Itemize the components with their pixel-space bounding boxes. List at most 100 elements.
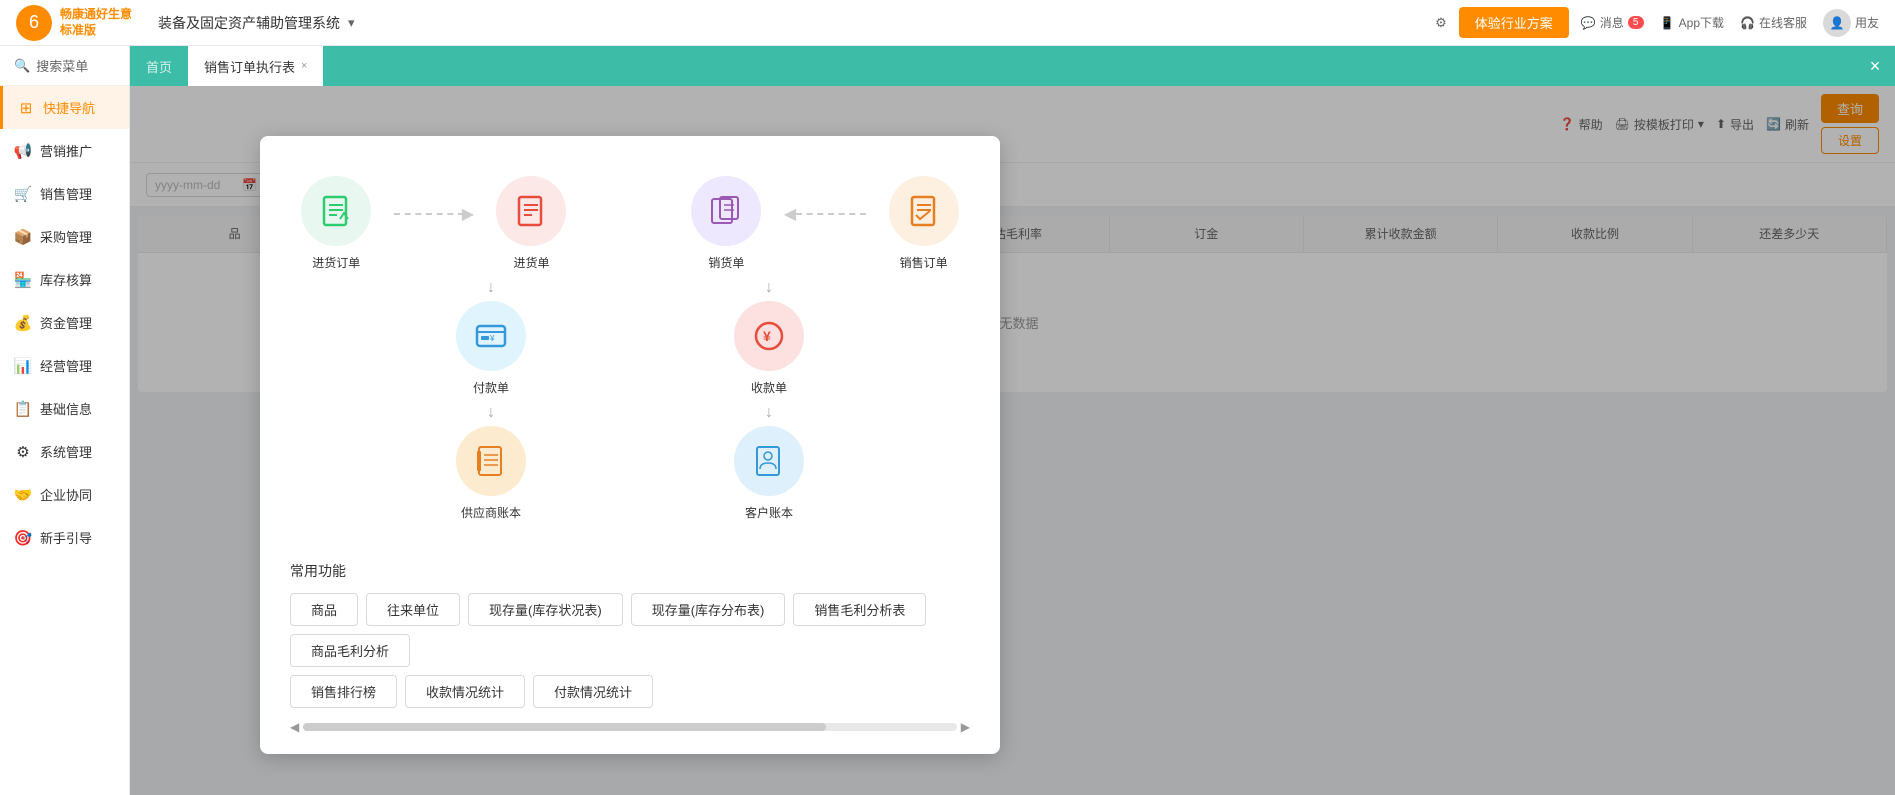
main-body: ❓ 帮助 🖨 按模板打印 ▾ ⬆ 导出 🔄 刷新 <box>130 86 1895 795</box>
common-funcs-title: 常用功能 <box>290 561 970 581</box>
customer-ledger-icon <box>734 426 804 496</box>
sidebar-item-marketing[interactable]: 📢 营销推广 <box>0 129 129 172</box>
flow-node-sales-order[interactable]: 销售订单 <box>889 176 959 271</box>
content-area: 首页 销售订单执行表 × × ❓ 帮助 🖨 <box>130 46 1895 795</box>
arrow-purchase-order-to-bill: ▶ <box>394 204 474 224</box>
marketing-icon: 📢 <box>14 142 32 160</box>
func-btn-counterparty[interactable]: 往来单位 <box>366 593 460 626</box>
customer-ledger-label: 客户账本 <box>745 504 793 521</box>
payment-icon: ¥ <box>456 301 526 371</box>
flow-diagram: 进货订单 ▶ <box>290 166 970 551</box>
sales-icon: 🛒 <box>14 185 32 203</box>
newbie-icon: 🎯 <box>14 529 32 547</box>
app-wrapper: 6 畅康通好生意 标准版 装备及固定资产辅助管理系统 ▾ ⚙ 体验行业方案 💬 … <box>0 0 1895 795</box>
func-buttons-row2: 销售排行榜 收款情况统计 付款情况统计 <box>290 675 970 708</box>
purchase-order-label: 进货订单 <box>312 254 360 271</box>
supplier-ledger-icon <box>456 426 526 496</box>
scroll-thumb[interactable] <box>303 723 826 731</box>
finance-icon: 💰 <box>14 314 32 332</box>
message-icon: 💬 <box>1581 16 1596 30</box>
purchase-bill-icon <box>496 176 566 246</box>
nav-items: ⊞ 快捷导航 📢 营销推广 🛒 销售管理 📦 采购管理 🏪 库存核算 <box>0 86 129 795</box>
scroll-left-arrow[interactable]: ◀ <box>290 720 299 734</box>
system-dropdown-btn[interactable]: ▾ <box>348 15 355 31</box>
logo-icon: 6 <box>16 5 52 41</box>
sidebar-item-inventory[interactable]: 🏪 库存核算 <box>0 258 129 301</box>
trial-btn[interactable]: 体验行业方案 <box>1459 7 1569 38</box>
func-btn-product[interactable]: 商品 <box>290 593 358 626</box>
message-badge: 5 <box>1628 16 1644 29</box>
home-icon: ⊞ <box>17 99 35 117</box>
tab-sales-order-exec[interactable]: 销售订单执行表 × <box>188 46 323 86</box>
purchase-bill-label: 进货单 <box>513 254 549 271</box>
func-buttons-row1: 商品 往来单位 现存量(库存状况表) 现存量(库存分布表) 销售毛利分析表 商品… <box>290 593 970 667</box>
sales-bill-icon <box>691 176 761 246</box>
sidebar-item-basic[interactable]: 📋 基础信息 <box>0 387 129 430</box>
user-item[interactable]: 👤 用友 <box>1823 9 1879 37</box>
func-btn-stock-dist[interactable]: 现存量(库存分布表) <box>631 593 786 626</box>
inventory-icon: 🏪 <box>14 271 32 289</box>
top-bar: 6 畅康通好生意 标准版 装备及固定资产辅助管理系统 ▾ ⚙ 体验行业方案 💬 … <box>0 0 1895 46</box>
svg-text:¥: ¥ <box>763 328 771 344</box>
popup: 进货订单 ▶ <box>260 136 1000 754</box>
logo-text: 畅康通好生意 标准版 <box>60 7 132 38</box>
sidebar-item-finance[interactable]: 💰 资金管理 <box>0 301 129 344</box>
func-btn-stock-status[interactable]: 现存量(库存状况表) <box>468 593 623 626</box>
tab-close-icon[interactable]: × <box>301 60 307 72</box>
scroll-track[interactable] <box>303 723 957 731</box>
func-btn-sales-ranking[interactable]: 销售排行榜 <box>290 675 397 708</box>
supplier-ledger-label: 供应商账本 <box>461 504 521 521</box>
sidebar-item-operation[interactable]: 📊 经营管理 <box>0 344 129 387</box>
message-item[interactable]: 💬 消息 5 <box>1581 14 1644 31</box>
popup-scrollbar[interactable]: ◀ ▶ <box>290 720 970 734</box>
flow-node-sales-bill[interactable]: 销货单 <box>691 176 761 271</box>
purchase-order-icon <box>301 176 371 246</box>
online-service-item[interactable]: 🎧 在线客服 <box>1740 14 1807 31</box>
sidebar-item-sales[interactable]: 🛒 销售管理 <box>0 172 129 215</box>
sales-order-label: 销售订单 <box>900 254 948 271</box>
search-menu-btn[interactable]: 🔍 搜索菜单 <box>0 46 129 86</box>
flow-node-customer-ledger[interactable]: 客户账本 <box>734 426 804 521</box>
flow-node-supplier-ledger[interactable]: 供应商账本 <box>456 426 526 521</box>
flow-node-purchase-bill[interactable]: 进货单 <box>496 176 566 271</box>
sidebar-item-purchase[interactable]: 📦 采购管理 <box>0 215 129 258</box>
arrow-sales-order-to-bill: ◀ <box>784 204 866 224</box>
sidebar-item-enterprise[interactable]: 🤝 企业协同 <box>0 473 129 516</box>
sidebar-item-quick-nav[interactable]: ⊞ 快捷导航 <box>0 86 129 129</box>
app-download-icon: 📱 <box>1660 16 1675 30</box>
search-icon: 🔍 <box>14 58 30 74</box>
logo-area: 6 畅康通好生意 标准版 <box>16 5 146 41</box>
system-title: 装备及固定资产辅助管理系统 ▾ <box>158 13 1423 33</box>
flow-node-payment[interactable]: ¥ 付款单 <box>456 301 526 396</box>
func-btn-payment-stats[interactable]: 付款情况统计 <box>533 675 653 708</box>
receipt-label: 收款单 <box>751 379 787 396</box>
main-content: 🔍 搜索菜单 ⊞ 快捷导航 📢 营销推广 🛒 销售管理 📦 采 <box>0 46 1895 795</box>
sidebar: 🔍 搜索菜单 ⊞ 快捷导航 📢 营销推广 🛒 销售管理 📦 采 <box>0 46 130 795</box>
func-btn-product-profit[interactable]: 商品毛利分析 <box>290 634 410 667</box>
flow-node-receipt[interactable]: ¥ 收款单 <box>734 301 804 396</box>
func-btn-sales-profit[interactable]: 销售毛利分析表 <box>793 593 926 626</box>
app-download-item[interactable]: 📱 App下载 <box>1660 14 1724 31</box>
common-funcs: 常用功能 商品 往来单位 现存量(库存状况表) 现存量(库存分布表) 销售毛利分… <box>290 561 970 708</box>
sales-bill-label: 销货单 <box>708 254 744 271</box>
top-right: 💬 消息 5 📱 App下载 🎧 在线客服 👤 用友 <box>1581 9 1879 37</box>
operation-icon: 📊 <box>14 357 32 375</box>
payment-label: 付款单 <box>473 379 509 396</box>
basic-icon: 📋 <box>14 400 32 418</box>
scroll-right-arrow[interactable]: ▶ <box>961 720 970 734</box>
purchase-icon: 📦 <box>14 228 32 246</box>
settings-icon[interactable]: ⚙ <box>1435 15 1447 31</box>
avatar: 👤 <box>1823 9 1851 37</box>
headset-icon: 🎧 <box>1740 16 1755 30</box>
tabs-bar: 首页 销售订单执行表 × × <box>130 46 1895 86</box>
sales-order-icon <box>889 176 959 246</box>
window-close-btn[interactable]: × <box>1855 46 1895 86</box>
tab-home[interactable]: 首页 <box>130 46 188 86</box>
func-btn-receipt-stats[interactable]: 收款情况统计 <box>405 675 525 708</box>
receipt-icon: ¥ <box>734 301 804 371</box>
flow-node-purchase-order[interactable]: 进货订单 <box>301 176 371 271</box>
sidebar-item-newbie[interactable]: 🎯 新手引导 <box>0 516 129 559</box>
sidebar-item-system[interactable]: ⚙ 系统管理 <box>0 430 129 473</box>
svg-text:¥: ¥ <box>489 334 495 343</box>
system-name: 装备及固定资产辅助管理系统 <box>158 13 340 33</box>
